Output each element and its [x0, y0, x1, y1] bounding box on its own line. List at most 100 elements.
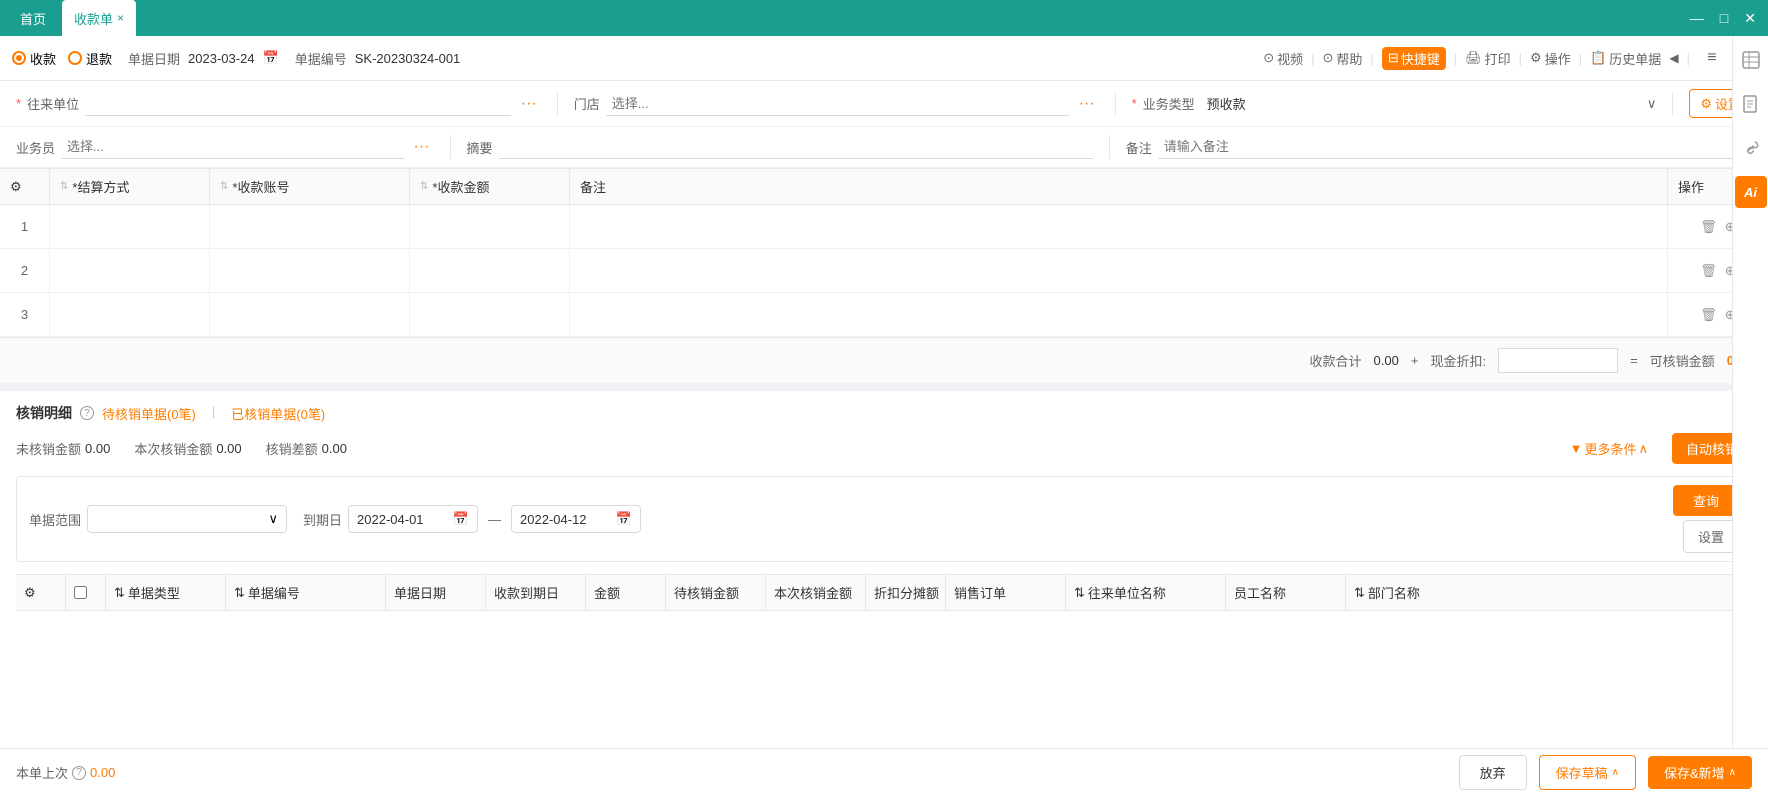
history-btn[interactable]: 📋 历史单据	[1590, 49, 1661, 68]
row-2-remark[interactable]	[570, 249, 1668, 292]
close-tab-btn[interactable]: ×	[117, 11, 124, 25]
row-1-delete-icon[interactable]: 🗑	[1700, 219, 1717, 235]
recon-info-icon[interactable]: ?	[80, 406, 94, 420]
footer-info-icon[interactable]: ?	[72, 766, 86, 780]
receipt-radio[interactable]: 收款	[12, 49, 56, 68]
refund-radio-dot	[68, 51, 82, 65]
save-new-btn[interactable]: 保存&新增 ∧	[1648, 756, 1752, 789]
gear-col-header[interactable]: ⚙	[0, 169, 50, 204]
row-1-amount[interactable]	[410, 205, 570, 248]
active-tab[interactable]: 收款单 ×	[62, 0, 136, 36]
customer-more-btn[interactable]: ···	[517, 95, 541, 113]
filter-icon: ▼	[1570, 441, 1583, 456]
print-icon: 🖨	[1465, 50, 1482, 66]
sidebar-link-icon[interactable]	[1735, 132, 1767, 164]
staff-input[interactable]	[61, 135, 404, 159]
shortcut-btn[interactable]: ⊟ 快捷键	[1382, 47, 1446, 70]
save-draft-btn[interactable]: 保存草稿 ∧	[1539, 755, 1636, 790]
bottom-footer: 本单上次 ? 0.00 放弃 保存草稿 ∧ 保存&新增 ∧	[0, 748, 1768, 796]
row-1-settlement[interactable]	[50, 205, 210, 248]
table-gear-icon[interactable]: ⚙	[10, 179, 22, 195]
range-select[interactable]: ∨	[87, 505, 287, 533]
shop-input[interactable]	[606, 92, 1069, 116]
shortcut-icon: ⊟	[1388, 50, 1399, 66]
cal-from-icon: 📅	[453, 511, 469, 527]
refund-radio[interactable]: 退款	[68, 49, 112, 68]
abandon-btn[interactable]: 放弃	[1459, 755, 1527, 790]
maximize-btn[interactable]: □	[1716, 10, 1732, 27]
filter-settings-btn[interactable]: 设置	[1683, 520, 1739, 553]
current-recon-stat: 本次核销金额 0.00	[134, 439, 241, 458]
summary-input[interactable]	[499, 135, 1093, 159]
prev-btn[interactable]: ◀	[1669, 51, 1678, 65]
date-to-picker[interactable]: 2022-04-12 📅	[511, 505, 641, 533]
query-btn[interactable]: 查询	[1673, 485, 1739, 516]
row-1-account[interactable]	[210, 205, 410, 248]
date-from-picker[interactable]: 2022-04-01 📅	[348, 505, 478, 533]
due-date-field: 到期日 2022-04-01 📅 — 2022-04-12 📅	[303, 505, 641, 533]
discount-input[interactable]	[1498, 348, 1618, 373]
row-2-account[interactable]	[210, 249, 410, 292]
bottom-gear-header[interactable]: ⚙	[16, 575, 66, 610]
recon-stats: 未核销金额 0.00 本次核销金额 0.00 核销差额 0.00 ▼ 更多条件 …	[16, 433, 1752, 464]
shop-label: 门店	[574, 94, 600, 113]
help-btn[interactable]: ⊙ 帮助	[1323, 49, 1363, 68]
equal-label: =	[1630, 353, 1638, 368]
row-3-settlement[interactable]	[50, 293, 210, 336]
customer-input[interactable]	[85, 92, 511, 116]
receipt-account-header: ⇅ *收款账号	[210, 169, 410, 204]
bottom-checkbox-header[interactable]	[66, 575, 106, 610]
bottom-table-header: ⚙ ⇅ 单据类型 ⇅ 单据编号 单据日期 收款到期日 金额	[16, 574, 1752, 611]
completed-tab[interactable]: 已核销单据(0笔)	[231, 404, 325, 423]
cal-to-icon: 📅	[616, 511, 632, 527]
row-3-account[interactable]	[210, 293, 410, 336]
row-3-delete-icon[interactable]: 🗑	[1700, 307, 1717, 323]
row-3-amount[interactable]	[410, 293, 570, 336]
bottom-gear-icon[interactable]: ⚙	[24, 585, 36, 601]
shop-field: 门店 ···	[574, 92, 1099, 116]
date-calendar-icon[interactable]: 📅	[263, 50, 279, 66]
operate-btn[interactable]: ⚙ 操作	[1530, 49, 1571, 68]
remark-field: 备注	[1126, 135, 1752, 159]
shop-more-btn[interactable]: ···	[1075, 95, 1099, 113]
biz-type-dropdown-icon[interactable]: ∨	[1647, 96, 1657, 112]
discount-label: 现金折扣:	[1430, 351, 1486, 370]
minimize-btn[interactable]: —	[1686, 10, 1708, 27]
window-close-btn[interactable]: ✕	[1740, 10, 1760, 27]
customer-label: 往来单位	[27, 94, 79, 113]
sidebar-table-icon[interactable]	[1735, 44, 1767, 76]
pending-amount-label-bth: 待核销金额	[674, 583, 739, 602]
operate-label: 操作	[1545, 49, 1571, 68]
operate-icon: ⚙	[1530, 50, 1542, 66]
row-1-remark[interactable]	[570, 205, 1668, 248]
doc-num-label: 单据编号	[295, 49, 347, 68]
tab-sep: |	[212, 404, 215, 423]
row-2-num: 2	[0, 249, 50, 292]
home-tab[interactable]: 首页	[8, 0, 58, 36]
history-icon: 📋	[1590, 50, 1606, 66]
more-conditions-btn[interactable]: ▼ 更多条件 ∧	[1570, 439, 1648, 458]
list-view-btn[interactable]: ≡	[1698, 44, 1726, 72]
select-all-checkbox[interactable]	[74, 586, 87, 599]
receipt-amount-header: ⇅ *收款金额	[410, 169, 570, 204]
staff-more-btn[interactable]: ···	[410, 138, 434, 156]
video-btn[interactable]: ⊙ 视频	[1263, 49, 1303, 68]
row-2-delete-icon[interactable]: 🗑	[1700, 263, 1717, 279]
pending-tab[interactable]: 待核销单据(0笔)	[102, 404, 196, 423]
receipt-account-label: *收款账号	[232, 177, 289, 196]
row-3-remark[interactable]	[570, 293, 1668, 336]
remark-header: 备注	[570, 169, 1668, 204]
remark-input[interactable]	[1158, 135, 1752, 159]
sidebar-ai-icon[interactable]: Ai	[1735, 176, 1767, 208]
table-header-row: ⚙ ⇅ *结算方式 ⇅ *收款账号 ⇅ *收款金额 备注 操作	[0, 168, 1768, 205]
discount-label-bth: 折扣分摊额	[874, 583, 939, 602]
dept-name-header: ⇅ 部门名称	[1346, 575, 1466, 610]
main-content: 收款 退款 单据日期 2023-03-24 📅 单据编号 SK-20230324…	[0, 36, 1768, 796]
row-3-num: 3	[0, 293, 50, 336]
refund-label: 退款	[86, 49, 112, 68]
sidebar-doc-icon[interactable]	[1735, 88, 1767, 120]
row-2-amount[interactable]	[410, 249, 570, 292]
due-date-header: 收款到期日	[486, 575, 586, 610]
print-btn[interactable]: 🖨 打印	[1465, 49, 1511, 68]
row-2-settlement[interactable]	[50, 249, 210, 292]
